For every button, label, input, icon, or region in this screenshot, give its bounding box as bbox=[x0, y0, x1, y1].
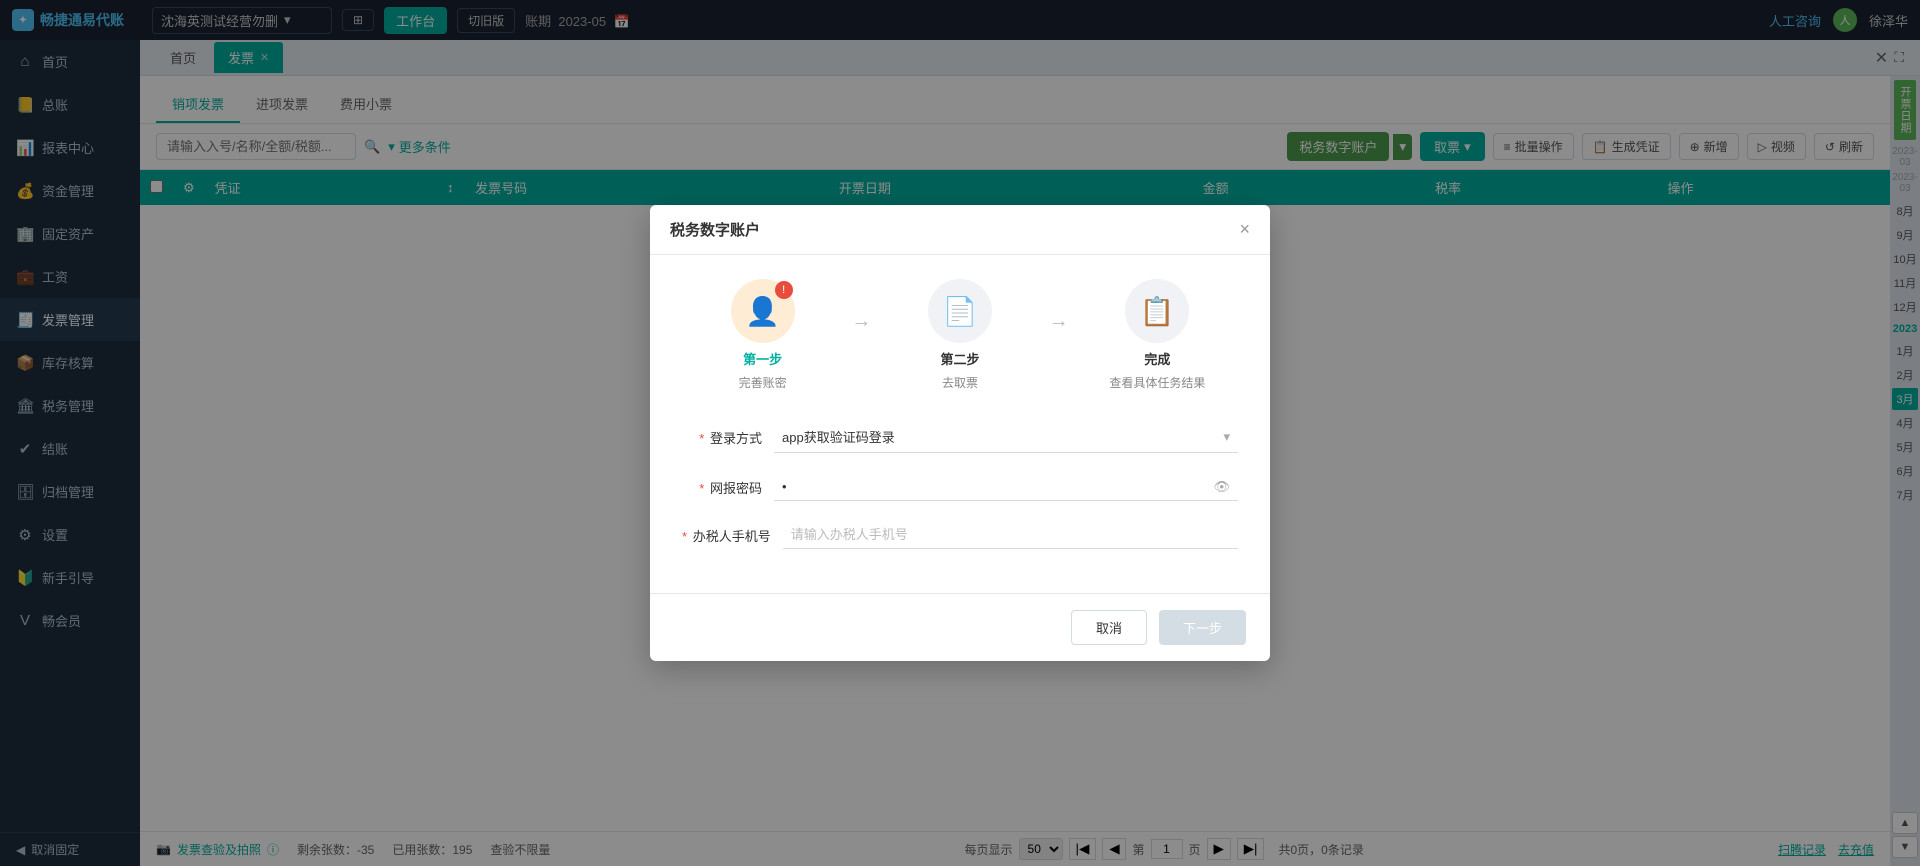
login-method-value: app获取验证码登录 bbox=[782, 427, 895, 446]
modal-close-button[interactable]: × bbox=[1239, 219, 1250, 240]
step-1: 👤 ! 第一步 完善账密 bbox=[682, 279, 843, 391]
step-arrow-1: → bbox=[851, 310, 871, 333]
step-arrow-2: → bbox=[1049, 310, 1069, 333]
modal-body: 👤 ! 第一步 完善账密 → 📄 第二步 去取票 → bbox=[650, 255, 1270, 593]
phone-input[interactable] bbox=[783, 521, 1238, 549]
step-3-label: 完成 bbox=[1144, 349, 1170, 368]
step-2: 📄 第二步 去取票 bbox=[879, 279, 1040, 391]
login-method-label: * 登录方式 bbox=[682, 428, 762, 447]
step-3-sublabel: 查看具体任务结果 bbox=[1109, 374, 1205, 391]
step-2-sublabel: 去取票 bbox=[942, 374, 978, 391]
step-1-sublabel: 完善账密 bbox=[739, 374, 787, 391]
password-row: * 网报密码 👁 bbox=[682, 473, 1238, 501]
steps-indicator: 👤 ! 第一步 完善账密 → 📄 第二步 去取票 → bbox=[682, 279, 1238, 391]
modal-header: 税务数字账户 × bbox=[650, 205, 1270, 255]
phone-label: * 办税人手机号 bbox=[682, 526, 771, 545]
step-2-circle: 📄 bbox=[928, 279, 992, 343]
step-2-label: 第二步 bbox=[940, 349, 979, 368]
password-label: * 网报密码 bbox=[682, 478, 762, 497]
next-button[interactable]: 下一步 bbox=[1159, 610, 1246, 645]
modal-title: 税务数字账户 bbox=[670, 219, 760, 240]
login-method-row: * 登录方式 app获取验证码登录 ▾ bbox=[682, 421, 1238, 453]
step-3-icon: 📋 bbox=[1140, 295, 1175, 328]
step-2-icon: 📄 bbox=[943, 295, 978, 328]
tax-account-modal: 税务数字账户 × 👤 ! 第一步 完善账密 → bbox=[650, 205, 1270, 661]
step-1-badge: ! bbox=[775, 281, 793, 299]
password-field-container: 👁 bbox=[774, 473, 1238, 501]
step-3-circle: 📋 bbox=[1125, 279, 1189, 343]
step-1-label: 第一步 bbox=[743, 349, 782, 368]
step-1-icon: 👤 bbox=[745, 295, 780, 328]
phone-row: * 办税人手机号 bbox=[682, 521, 1238, 549]
modal-footer: 取消 下一步 bbox=[650, 593, 1270, 661]
step-1-circle: 👤 ! bbox=[731, 279, 795, 343]
step-3: 📋 完成 查看具体任务结果 bbox=[1077, 279, 1238, 391]
password-input[interactable] bbox=[774, 473, 1205, 500]
login-method-select[interactable]: app获取验证码登录 ▾ bbox=[774, 421, 1238, 453]
cancel-button[interactable]: 取消 bbox=[1071, 610, 1147, 645]
toggle-password-icon[interactable]: 👁 bbox=[1205, 479, 1238, 495]
chevron-down-icon: ▾ bbox=[1223, 429, 1230, 445]
modal-overlay: 税务数字账户 × 👤 ! 第一步 完善账密 → bbox=[0, 0, 1920, 866]
